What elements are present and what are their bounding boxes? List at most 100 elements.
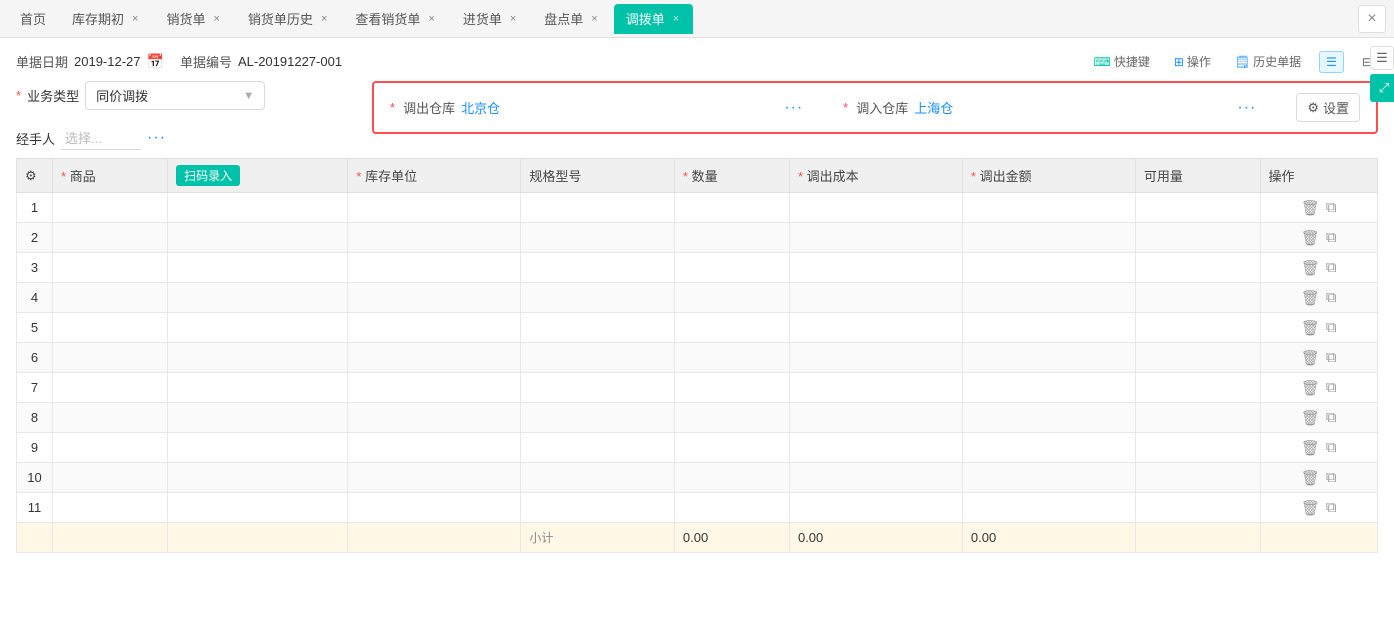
cell-product[interactable] xyxy=(53,343,168,373)
cell-spec[interactable] xyxy=(521,343,675,373)
cell-qty[interactable] xyxy=(674,283,789,313)
delete-icon[interactable]: 🗑 xyxy=(1301,349,1320,367)
cell-qty[interactable] xyxy=(674,253,789,283)
cell-cost[interactable] xyxy=(789,373,962,403)
cell-spec[interactable] xyxy=(521,433,675,463)
delete-icon[interactable]: 🗑 xyxy=(1301,469,1320,487)
cell-qty[interactable] xyxy=(674,403,789,433)
cell-amount[interactable] xyxy=(962,313,1135,343)
warehouse-in-more-button[interactable]: ··· xyxy=(1237,99,1256,117)
cell-amount[interactable] xyxy=(962,343,1135,373)
tab-view-sales[interactable]: 查看销货单 × xyxy=(343,4,448,34)
cell-cost[interactable] xyxy=(789,193,962,223)
cell-spec[interactable] xyxy=(521,193,675,223)
cell-qty[interactable] xyxy=(674,373,789,403)
warehouse-out-more-button[interactable]: ··· xyxy=(784,99,803,117)
table-scroll[interactable]: ⚙ * 商品 扫码录入 * 库存单位 xyxy=(16,158,1378,553)
cell-cost[interactable] xyxy=(789,433,962,463)
settings-button[interactable]: ⚙ 设置 xyxy=(1296,93,1360,122)
cell-product[interactable] xyxy=(53,193,168,223)
cell-amount[interactable] xyxy=(962,283,1135,313)
sidebar-expand-icon[interactable]: ⤢ xyxy=(1370,74,1394,102)
cell-qty[interactable] xyxy=(674,193,789,223)
delete-icon[interactable]: 🗑 xyxy=(1301,199,1320,217)
cell-unit[interactable] xyxy=(348,343,521,373)
delete-icon[interactable]: 🗑 xyxy=(1301,289,1320,307)
copy-icon[interactable]: ⧉ xyxy=(1326,229,1337,246)
cell-qty[interactable] xyxy=(674,223,789,253)
cell-unit[interactable] xyxy=(348,283,521,313)
tab-inventory-init-close[interactable]: × xyxy=(130,13,140,25)
copy-icon[interactable]: ⧉ xyxy=(1326,349,1337,366)
cell-amount[interactable] xyxy=(962,253,1135,283)
shortcut-button[interactable]: ⌨ 快捷键 xyxy=(1088,50,1156,73)
tab-home[interactable]: 首页 xyxy=(8,4,58,34)
copy-icon-last[interactable]: ⧉ xyxy=(1326,499,1337,516)
cell-unit[interactable] xyxy=(348,373,521,403)
copy-icon[interactable]: ⧉ xyxy=(1326,469,1337,486)
copy-icon[interactable]: ⧉ xyxy=(1326,259,1337,276)
cell-unit[interactable] xyxy=(348,313,521,343)
cell-amount[interactable] xyxy=(962,403,1135,433)
tab-sales-history-close[interactable]: × xyxy=(319,13,329,25)
cell-amount[interactable] xyxy=(962,463,1135,493)
cell-unit[interactable] xyxy=(348,193,521,223)
tab-transfer[interactable]: 调拨单 × xyxy=(614,4,693,34)
cell-product[interactable] xyxy=(53,403,168,433)
tab-purchase[interactable]: 进货单 × xyxy=(451,4,530,34)
cell-spec[interactable] xyxy=(521,283,675,313)
cell-product[interactable] xyxy=(53,433,168,463)
cell-amount[interactable] xyxy=(962,433,1135,463)
cell-qty[interactable] xyxy=(674,463,789,493)
cell-cost[interactable] xyxy=(789,253,962,283)
warehouse-out-value[interactable]: 北京仓 xyxy=(461,98,500,117)
cell-spec-last[interactable] xyxy=(521,493,675,523)
tab-transfer-close[interactable]: × xyxy=(671,13,681,25)
cell-qty[interactable] xyxy=(674,313,789,343)
calendar-icon[interactable]: 📅 xyxy=(147,53,164,70)
cell-cost[interactable] xyxy=(789,403,962,433)
delete-icon[interactable]: 🗑 xyxy=(1301,379,1320,397)
copy-icon[interactable]: ⧉ xyxy=(1326,319,1337,336)
cell-product[interactable] xyxy=(53,373,168,403)
th-scan[interactable]: 扫码录入 xyxy=(168,159,348,193)
copy-icon[interactable]: ⧉ xyxy=(1326,379,1337,396)
delete-icon[interactable]: 🗑 xyxy=(1301,259,1320,277)
copy-icon[interactable]: ⧉ xyxy=(1326,439,1337,456)
delete-icon-last[interactable]: 🗑 xyxy=(1301,499,1320,517)
cell-spec[interactable] xyxy=(521,373,675,403)
cell-spec[interactable] xyxy=(521,253,675,283)
cell-product[interactable] xyxy=(53,223,168,253)
scan-button[interactable]: 扫码录入 xyxy=(176,165,240,186)
cell-unit[interactable] xyxy=(348,223,521,253)
copy-icon[interactable]: ⧉ xyxy=(1326,199,1337,216)
cell-product[interactable] xyxy=(53,283,168,313)
cell-cost[interactable] xyxy=(789,313,962,343)
cell-product-last[interactable] xyxy=(53,493,168,523)
cell-amount[interactable] xyxy=(962,373,1135,403)
cell-amount[interactable] xyxy=(962,223,1135,253)
cell-amount-last[interactable] xyxy=(962,493,1135,523)
cell-product[interactable] xyxy=(53,313,168,343)
sidebar-list-icon[interactable]: ☰ xyxy=(1370,46,1394,70)
cell-cost[interactable] xyxy=(789,223,962,253)
cell-qty[interactable] xyxy=(674,433,789,463)
history-button[interactable]: 🗒 历史单据 xyxy=(1229,50,1307,73)
tab-stocktake-close[interactable]: × xyxy=(589,13,599,25)
cell-product[interactable] xyxy=(53,253,168,283)
cell-cost-last[interactable] xyxy=(789,493,962,523)
delete-icon[interactable]: 🗑 xyxy=(1301,319,1320,337)
cell-unit[interactable] xyxy=(348,253,521,283)
cell-spec[interactable] xyxy=(521,313,675,343)
cell-amount[interactable] xyxy=(962,193,1135,223)
operation-button[interactable]: ⊞ 操作 xyxy=(1168,50,1217,73)
copy-icon[interactable]: ⧉ xyxy=(1326,409,1337,426)
copy-icon[interactable]: ⧉ xyxy=(1326,289,1337,306)
cell-qty-last[interactable] xyxy=(674,493,789,523)
handler-more-button[interactable]: ··· xyxy=(147,129,166,147)
tab-stocktake[interactable]: 盘点单 × xyxy=(532,4,611,34)
cell-product[interactable] xyxy=(53,463,168,493)
cell-cost[interactable] xyxy=(789,283,962,313)
business-type-select[interactable]: 同价调拨 ▼ xyxy=(85,81,265,110)
cell-unit[interactable] xyxy=(348,433,521,463)
